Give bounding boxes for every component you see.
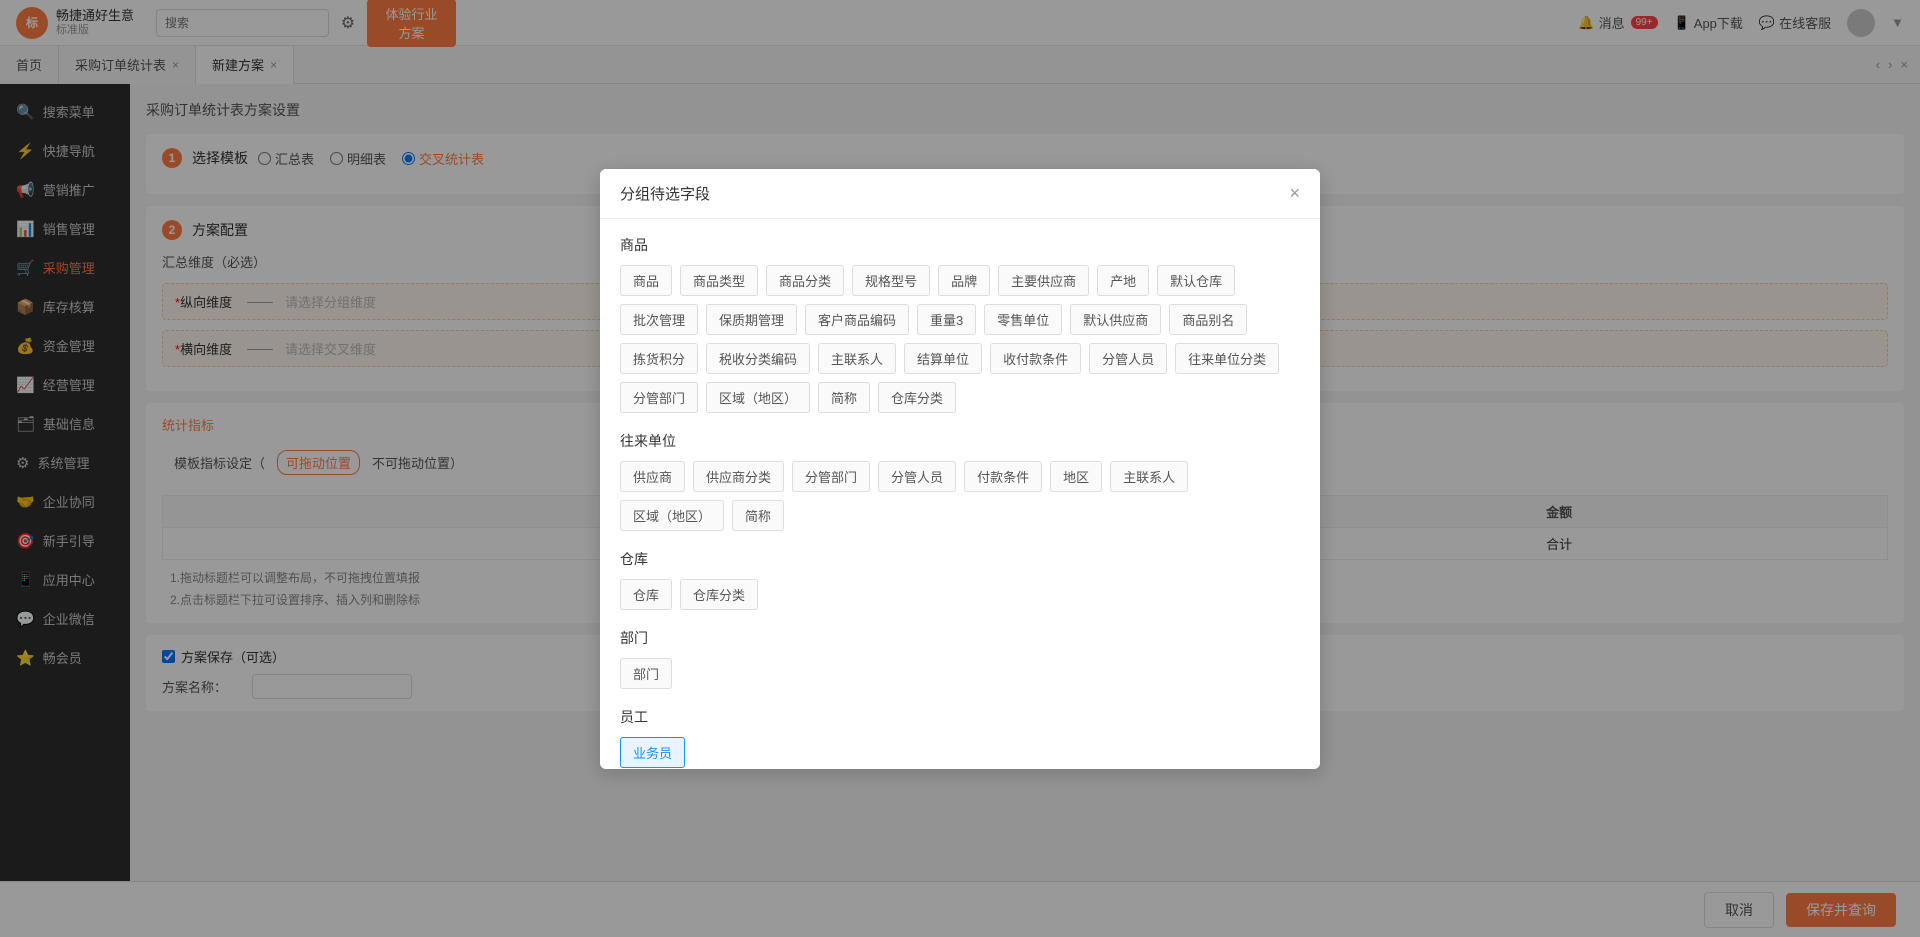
product-field-tags: 商品 商品类型 商品分类 规格型号 品牌 主要供应商 产地 默认仓库 批次管理 … (620, 265, 1300, 413)
modal-body[interactable]: 商品 商品 商品类型 商品分类 规格型号 品牌 主要供应商 产地 默认仓库 批次… (600, 219, 1320, 769)
field-tag-product-24[interactable]: 简称 (818, 382, 870, 413)
field-tag-product-7[interactable]: 默认仓库 (1157, 265, 1235, 296)
field-tag-product-25[interactable]: 仓库分类 (878, 382, 956, 413)
field-tag-product-12[interactable]: 零售单位 (984, 304, 1062, 335)
field-tag-partner-1[interactable]: 供应商分类 (693, 461, 784, 492)
field-tag-partner-6[interactable]: 主联系人 (1110, 461, 1188, 492)
field-tag-product-1[interactable]: 商品类型 (680, 265, 758, 296)
partner-field-tags: 供应商 供应商分类 分管部门 分管人员 付款条件 地区 主联系人 区域（地区） … (620, 461, 1300, 531)
field-section-partner: 往来单位 供应商 供应商分类 分管部门 分管人员 付款条件 地区 主联系人 区域… (620, 431, 1300, 531)
field-section-warehouse: 仓库 仓库 仓库分类 (620, 549, 1300, 610)
field-tag-product-11[interactable]: 重量3 (917, 304, 976, 335)
field-tag-partner-3[interactable]: 分管人员 (878, 461, 956, 492)
field-tag-partner-0[interactable]: 供应商 (620, 461, 685, 492)
field-tag-product-23[interactable]: 区域（地区） (706, 382, 810, 413)
field-tag-product-20[interactable]: 分管人员 (1089, 343, 1167, 374)
warehouse-section-title: 仓库 (620, 549, 1300, 569)
field-tag-product-17[interactable]: 主联系人 (818, 343, 896, 374)
field-tag-product-16[interactable]: 税收分类编码 (706, 343, 810, 374)
field-tag-partner-5[interactable]: 地区 (1050, 461, 1102, 492)
field-section-dept: 部门 部门 (620, 628, 1300, 689)
field-tag-partner-4[interactable]: 付款条件 (964, 461, 1042, 492)
field-tag-product-14[interactable]: 商品别名 (1169, 304, 1247, 335)
field-tag-product-4[interactable]: 品牌 (938, 265, 990, 296)
field-tag-warehouse-0[interactable]: 仓库 (620, 579, 672, 610)
warehouse-field-tags: 仓库 仓库分类 (620, 579, 1300, 610)
field-section-product: 商品 商品 商品类型 商品分类 规格型号 品牌 主要供应商 产地 默认仓库 批次… (620, 235, 1300, 413)
field-tag-product-2[interactable]: 商品分类 (766, 265, 844, 296)
product-section-title: 商品 (620, 235, 1300, 255)
field-tag-product-8[interactable]: 批次管理 (620, 304, 698, 335)
field-tag-dept-0[interactable]: 部门 (620, 658, 672, 689)
field-tag-partner-7[interactable]: 区域（地区） (620, 500, 724, 531)
field-tag-warehouse-1[interactable]: 仓库分类 (680, 579, 758, 610)
field-tag-product-5[interactable]: 主要供应商 (998, 265, 1089, 296)
modal-dialog: 分组待选字段 × 商品 商品 商品类型 商品分类 规格型号 品牌 主要供应商 产… (600, 169, 1320, 769)
partner-section-title: 往来单位 (620, 431, 1300, 451)
field-tag-partner-8[interactable]: 简称 (732, 500, 784, 531)
field-tag-partner-2[interactable]: 分管部门 (792, 461, 870, 492)
field-tag-product-13[interactable]: 默认供应商 (1070, 304, 1161, 335)
modal-overlay: 分组待选字段 × 商品 商品 商品类型 商品分类 规格型号 品牌 主要供应商 产… (0, 0, 1920, 937)
field-tag-product-10[interactable]: 客户商品编码 (805, 304, 909, 335)
dept-field-tags: 部门 (620, 658, 1300, 689)
field-tag-product-0[interactable]: 商品 (620, 265, 672, 296)
field-tag-product-6[interactable]: 产地 (1097, 265, 1149, 296)
field-tag-product-3[interactable]: 规格型号 (852, 265, 930, 296)
field-tag-employee-0[interactable]: 业务员 (620, 737, 685, 768)
employee-section-title: 员工 (620, 707, 1300, 727)
modal-header: 分组待选字段 × (600, 169, 1320, 219)
dept-section-title: 部门 (620, 628, 1300, 648)
field-section-employee: 员工 业务员 (620, 707, 1300, 768)
modal-close-button[interactable]: × (1289, 183, 1300, 204)
field-tag-product-21[interactable]: 往来单位分类 (1175, 343, 1279, 374)
field-tag-product-15[interactable]: 拣货积分 (620, 343, 698, 374)
modal-title: 分组待选字段 (620, 183, 710, 204)
field-tag-product-19[interactable]: 收付款条件 (990, 343, 1081, 374)
employee-field-tags: 业务员 (620, 737, 1300, 768)
field-tag-product-18[interactable]: 结算单位 (904, 343, 982, 374)
field-tag-product-22[interactable]: 分管部门 (620, 382, 698, 413)
field-tag-product-9[interactable]: 保质期管理 (706, 304, 797, 335)
